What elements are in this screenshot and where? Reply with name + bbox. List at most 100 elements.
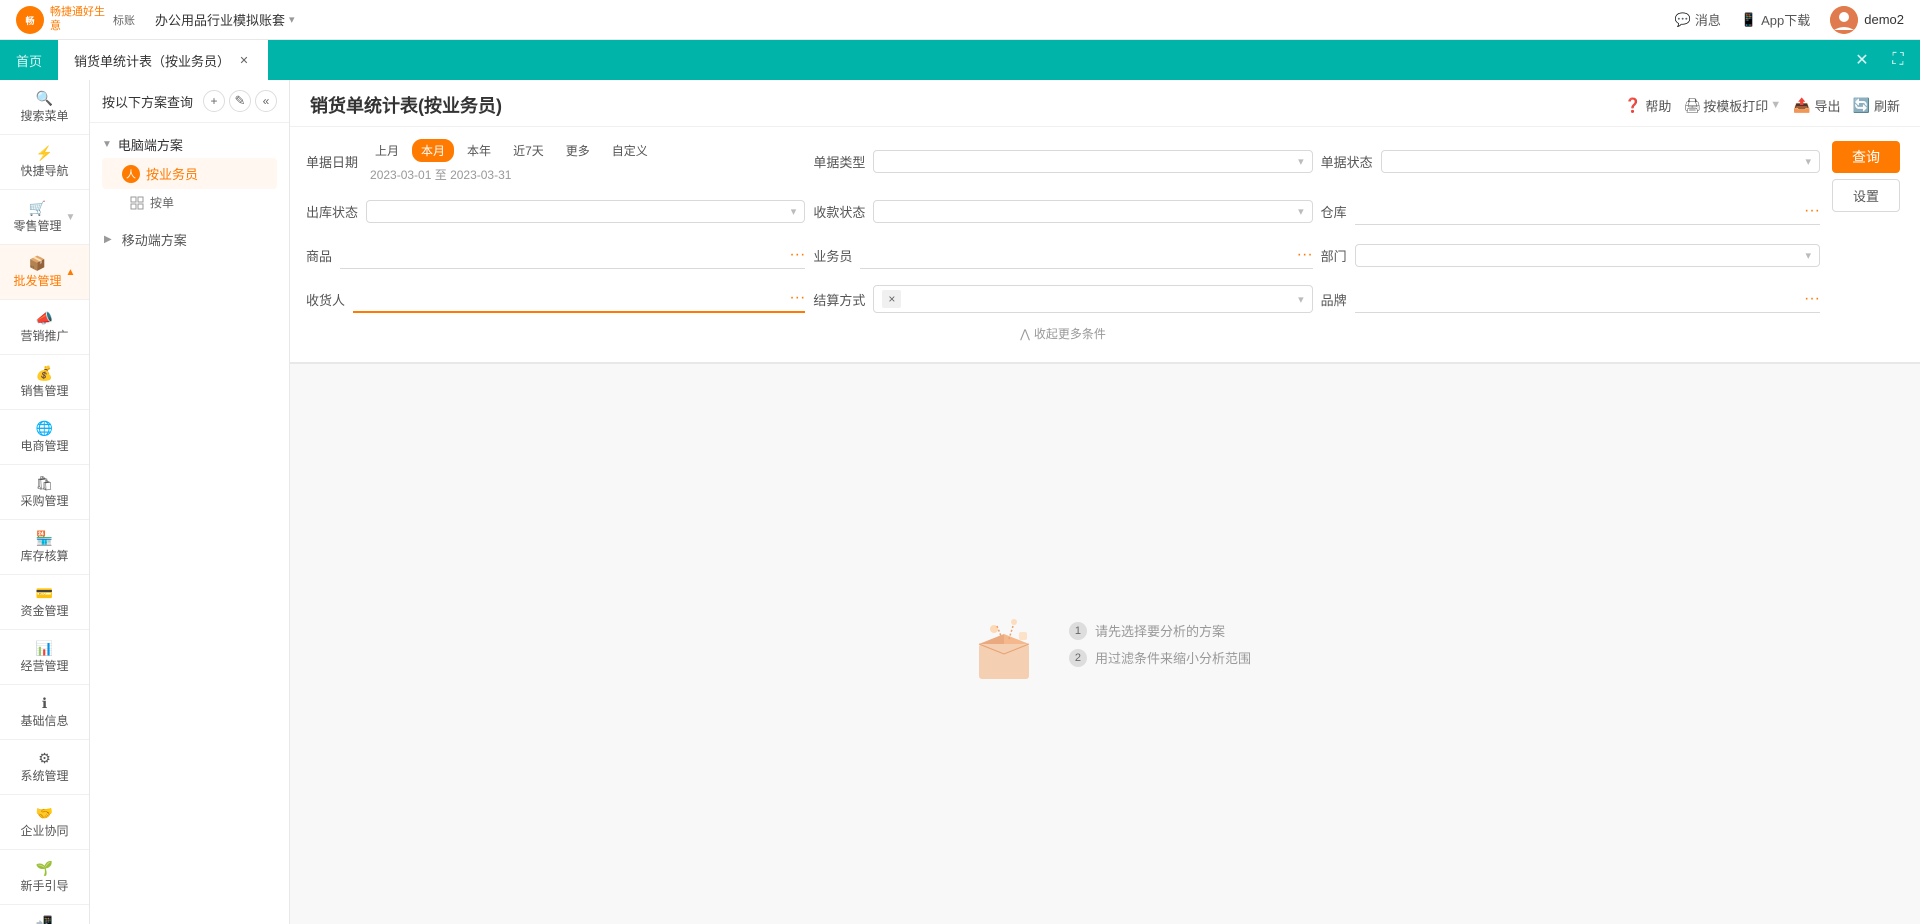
- query-button[interactable]: 查询: [1832, 141, 1900, 173]
- app-download-label: App下载: [1761, 10, 1810, 29]
- consignee-input[interactable]: ···: [353, 285, 805, 313]
- top-header: 畅 畅捷通好生意 标账 办公用品行业模拟账套 ▾ 💬 消息 📱 App下载 de…: [0, 0, 1920, 40]
- date-tab-this-month[interactable]: 本月: [412, 139, 454, 162]
- message-action[interactable]: 💬 消息: [1675, 10, 1721, 29]
- tab-maximize-btn[interactable]: ⛶: [1884, 46, 1912, 74]
- date-tab-this-year[interactable]: 本年: [458, 139, 500, 162]
- warehouse-input[interactable]: ···: [1355, 198, 1820, 225]
- export-action[interactable]: 📤 导出: [1793, 96, 1840, 115]
- settings-button[interactable]: 设置: [1832, 179, 1900, 212]
- sidebar-item-newbie[interactable]: 🌱 新手引导: [0, 850, 89, 905]
- brand-input[interactable]: ···: [1355, 286, 1820, 313]
- refresh-action[interactable]: 🔄 刷新: [1853, 96, 1900, 115]
- filter-section: 单据日期 上月 本月 本年 近7天 更多 自定义 2023-03-01 至 20…: [290, 127, 1920, 363]
- sidebar-item-operation[interactable]: 📊 经营管理: [0, 630, 89, 685]
- template-print-action[interactable]: 🖨 按模板打印 ▼: [1683, 96, 1781, 115]
- scheme-edit-btn[interactable]: ✎: [229, 90, 251, 112]
- settlement-tag-close[interactable]: ×: [888, 292, 895, 306]
- user-area[interactable]: demo2: [1830, 6, 1904, 34]
- brand-label: 品牌: [1321, 290, 1347, 309]
- department-select[interactable]: ▾: [1355, 244, 1820, 267]
- filter-row-4: 收货人 ··· 结算方式: [306, 283, 1820, 315]
- consignee-dots-icon: ···: [789, 289, 805, 307]
- sidebar-purchase-label: 采购管理: [4, 492, 85, 509]
- receive-status-label: 收款状态: [813, 202, 865, 221]
- tab-report[interactable]: 销货单统计表（按业务员） ✕: [58, 40, 268, 80]
- warehouse-dots-icon: ···: [1804, 202, 1820, 220]
- avatar: [1830, 6, 1858, 34]
- sidebar-quick-nav-label: 快捷导航: [4, 162, 85, 179]
- help-icon: ❓: [1624, 97, 1641, 114]
- tab-home[interactable]: 首页: [0, 40, 58, 80]
- scheme-collapse-btn[interactable]: «: [255, 90, 277, 112]
- scheme-item-salesperson-label: 按业务员: [146, 164, 198, 183]
- help-action[interactable]: ❓ 帮助: [1624, 96, 1671, 115]
- empty-hints: 1 请先选择要分析的方案 2 用过滤条件来缩小分析范围: [1069, 621, 1251, 667]
- action-buttons: 查询 设置: [1832, 139, 1904, 350]
- tab-close-all-btn[interactable]: ✕: [1848, 46, 1876, 74]
- header-left: 畅 畅捷通好生意 标账 办公用品行业模拟账套 ▾: [16, 6, 295, 34]
- message-label: 消息: [1695, 10, 1721, 29]
- sidebar-item-finance[interactable]: 💳 资金管理: [0, 575, 89, 630]
- sidebar: 🔍 搜索菜单 ⚡ 快捷导航 🛒 零售管理 ▼ 📦 批发管理 ▲ 📣 营销推广: [0, 80, 90, 924]
- company-dropdown-icon[interactable]: ▾: [289, 13, 295, 26]
- out-status-select[interactable]: ▾: [366, 200, 805, 223]
- scheme-add-btn[interactable]: +: [203, 90, 225, 112]
- help-label: 帮助: [1645, 96, 1671, 115]
- tab-close-icon[interactable]: ✕: [236, 52, 252, 68]
- date-tab-custom[interactable]: 自定义: [603, 139, 657, 162]
- receive-status-select[interactable]: ▾: [873, 200, 1312, 223]
- sidebar-wholesale-label: 批发管理: [14, 272, 62, 289]
- doc-type-select[interactable]: ▾: [873, 150, 1312, 173]
- home-tab-label: 首页: [16, 51, 42, 70]
- report-tab-label: 销货单统计表（按业务员）: [74, 51, 230, 70]
- doc-status-select[interactable]: ▾: [1381, 150, 1820, 173]
- app-download-action[interactable]: 📱 App下载: [1741, 10, 1810, 29]
- filter-doc-type-item: 单据类型 ▾: [813, 139, 1312, 183]
- scheme-item-by-salesperson[interactable]: 人 按业务员: [102, 158, 277, 189]
- settlement-select[interactable]: × ▾: [873, 285, 1312, 313]
- goods-input[interactable]: ···: [340, 242, 805, 269]
- sidebar-item-wholesale[interactable]: 📦 批发管理 ▲: [0, 245, 89, 300]
- date-tab-last-month[interactable]: 上月: [366, 139, 408, 162]
- sidebar-system-label: 系统管理: [4, 767, 85, 784]
- sidebar-item-ecommerce[interactable]: 🌐 电商管理: [0, 410, 89, 465]
- sidebar-item-app-center[interactable]: 📲 应用中心: [0, 905, 89, 924]
- tag-label: 标账: [113, 12, 135, 28]
- scheme-panel: 按以下方案查询 + ✎ « ▼ 电脑端方案 人 按业务员 按单: [90, 80, 290, 924]
- app-download-icon: 📱: [1741, 12, 1757, 28]
- sidebar-item-sales[interactable]: 💰 销售管理: [0, 355, 89, 410]
- scheme-group-mobile[interactable]: ▶ 移动端方案: [90, 224, 289, 255]
- collapse-up-icon: ⋀: [1020, 327, 1030, 341]
- scheme-panel-title: 按以下方案查询: [102, 92, 193, 111]
- sidebar-item-purchase[interactable]: 🛍 采购管理: [0, 465, 89, 520]
- scheme-mobile-label: 移动端方案: [122, 230, 187, 249]
- sidebar-item-system[interactable]: ⚙ 系统管理: [0, 740, 89, 795]
- sidebar-item-enterprise[interactable]: 🤝 企业协同: [0, 795, 89, 850]
- sidebar-item-retail[interactable]: 🛒 零售管理 ▼: [0, 190, 89, 245]
- salesperson-input[interactable]: ···: [860, 242, 1312, 269]
- sidebar-item-marketing[interactable]: 📣 营销推广: [0, 300, 89, 355]
- template-print-arrow[interactable]: ▼: [1770, 99, 1781, 111]
- scheme-actions: + ✎ «: [203, 90, 277, 112]
- date-label: 单据日期: [306, 152, 358, 171]
- sidebar-ecommerce-label: 电商管理: [4, 437, 85, 454]
- user-name: demo2: [1864, 12, 1904, 27]
- empty-state-content: 1 请先选择要分析的方案 2 用过滤条件来缩小分析范围: [959, 604, 1251, 684]
- filter-brand-item: 品牌 ···: [1321, 283, 1820, 315]
- date-tab-more[interactable]: 更多: [557, 139, 599, 162]
- scheme-group-desktop-title[interactable]: ▼ 电脑端方案: [102, 131, 277, 158]
- sidebar-item-quick-nav[interactable]: ⚡ 快捷导航: [0, 135, 89, 190]
- date-tab-7days[interactable]: 近7天: [504, 139, 553, 162]
- scheme-sub-item-by-order[interactable]: 按单: [102, 189, 277, 216]
- scheme-sub-item-order-label: 按单: [150, 194, 174, 211]
- collapse-btn[interactable]: ⋀ 收起更多条件: [1008, 321, 1118, 346]
- doc-type-label: 单据类型: [813, 152, 865, 171]
- collapse-row: ⋀ 收起更多条件: [306, 315, 1820, 350]
- sidebar-finance-label: 资金管理: [4, 602, 85, 619]
- sidebar-item-search[interactable]: 🔍 搜索菜单: [0, 80, 89, 135]
- sidebar-item-inventory[interactable]: 🏪 库存核算: [0, 520, 89, 575]
- sidebar-item-basic[interactable]: ℹ 基础信息: [0, 685, 89, 740]
- salesperson-label: 业务员: [813, 246, 852, 265]
- settlement-tag: ×: [882, 290, 901, 308]
